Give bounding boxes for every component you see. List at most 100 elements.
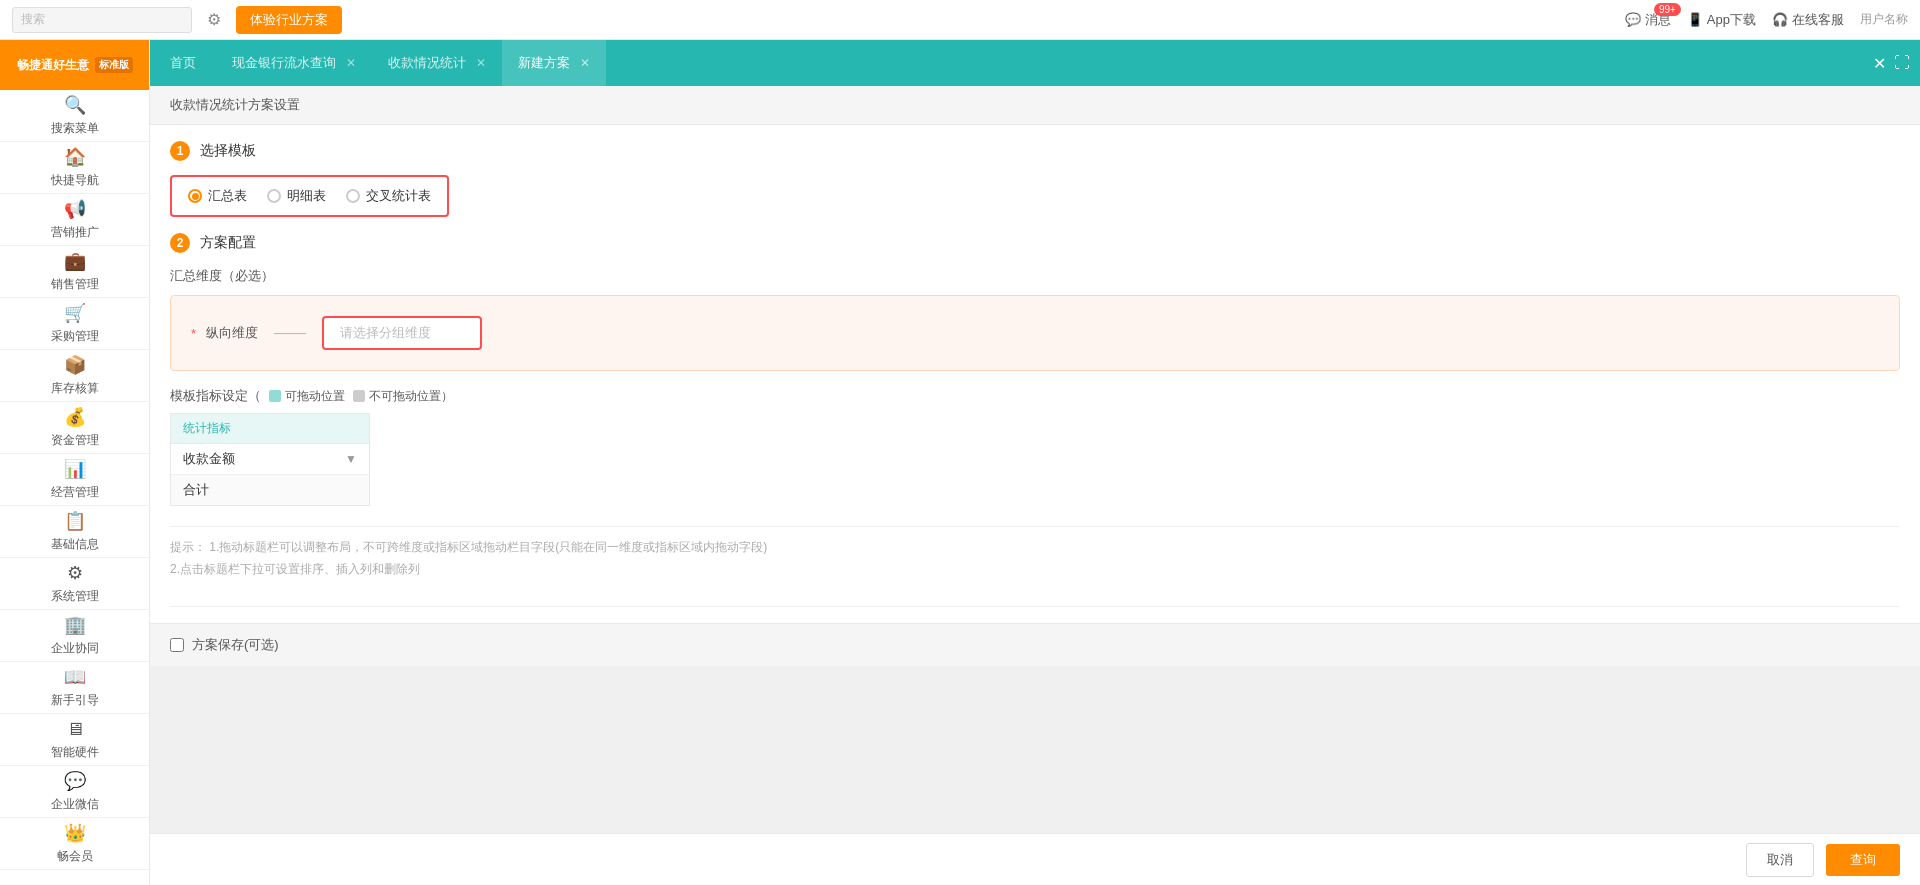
sidebar-item-weixin[interactable]: 💬 企业微信 [0,766,149,818]
support-item[interactable]: 🎧 在线客服 [1772,11,1844,29]
radio-summary[interactable]: 汇总表 [188,187,247,205]
sidebar-label-guide: 新手引导 [51,692,99,709]
search-bar[interactable]: 搜索 [12,7,192,33]
sidebar-label-basic-info: 基础信息 [51,536,99,553]
tab-new-plan-close-icon[interactable]: ✕ [580,56,590,70]
page-content: 收款情况统计方案设置 1 选择模板 汇总表 [150,86,1920,666]
sidebar-item-hardware[interactable]: 🖥 智能硬件 [0,714,149,766]
tips-line1: 提示： 1.拖动标题栏可以调整布局，不可跨维度或指标区域拖动栏目字段(只能在同一… [170,537,1900,559]
tab-bar-actions: ✕ ⛶ [1873,54,1910,73]
sidebar-item-operations[interactable]: 📊 经营管理 [0,454,149,506]
sidebar-item-guide[interactable]: 📖 新手引导 [0,662,149,714]
dim-select-box[interactable]: 请选择分组维度 [322,316,482,350]
radio-summary-btn[interactable] [188,189,202,203]
purchase-icon: 🛒 [64,302,86,324]
indicator-table: 统计指标 收款金额 ▼ 合计 [170,413,370,506]
tab-new-plan-label: 新建方案 [518,54,570,72]
sidebar-item-home[interactable]: 🏠 快捷导航 [0,142,149,194]
notification-icon: 💬 [1625,12,1641,27]
trial-button[interactable]: 体验行业方案 [236,6,342,34]
sidebar-item-sales[interactable]: 💼 销售管理 [0,246,149,298]
sidebar-item-member[interactable]: 👑 畅会员 [0,818,149,870]
tab-bar: 首页 现金银行流水查询 ✕ 收款情况统计 ✕ 新建方案 ✕ ✕ ⛶ [150,40,1920,86]
cancel-button[interactable]: 取消 [1746,843,1814,877]
step1-header: 1 选择模板 [170,141,1900,161]
tab-receipt-close-icon[interactable]: ✕ [476,56,486,70]
step2-title: 方案配置 [200,234,256,252]
header-right: 💬 消息 99+ 📱 App下载 🎧 在线客服 用户名称 [1625,11,1908,29]
weixin-icon: 💬 [64,770,86,792]
window-close-icon[interactable]: ✕ [1873,54,1886,73]
vertical-dim-label: 纵向维度 [206,324,258,342]
content-area: 收款情况统计方案设置 1 选择模板 汇总表 [150,86,1920,833]
step1-badge: 1 [170,141,190,161]
indicator-row-amount[interactable]: 收款金额 ▼ [171,444,369,474]
fullscreen-icon[interactable]: ⛶ [1894,54,1910,73]
sidebar-label-weixin: 企业微信 [51,796,99,813]
operations-icon: 📊 [64,458,86,480]
sidebar-item-basic-info[interactable]: 📋 基础信息 [0,506,149,558]
page-title: 收款情况统计方案设置 [170,97,300,112]
sidebar-item-marketing[interactable]: 📢 营销推广 [0,194,149,246]
tab-receipt-stats[interactable]: 收款情况统计 ✕ [372,40,502,86]
indicator-label: 模板指标设定（ 可拖动位置 不可拖动位置） [170,387,1900,405]
radio-detail-btn[interactable] [267,189,281,203]
header-left: 搜索 ⚙ 体验行业方案 [12,6,342,34]
notification-item[interactable]: 💬 消息 99+ [1625,11,1671,29]
movable-badge: 可拖动位置 [269,388,345,405]
download-item[interactable]: 📱 App下载 [1687,11,1756,29]
page-title-bar: 收款情况统计方案设置 [150,86,1920,125]
hardware-icon: 🖥 [66,719,84,740]
unmovable-badge: 不可拖动位置） [353,388,453,405]
sidebar-logo: 畅捷通好生意 标准版 [0,40,149,90]
sidebar-label-member: 畅会员 [57,848,93,865]
sidebar-label-search: 搜索菜单 [51,120,99,137]
notification-badge: 99+ [1654,3,1681,16]
user-info: 用户名称 [1860,11,1908,28]
tab-home[interactable]: 首页 [150,40,216,86]
home-icon: 🏠 [64,146,86,168]
save-checkbox[interactable] [170,638,184,652]
indicator-settings: 模板指标设定（ 可拖动位置 不可拖动位置） [170,387,1900,506]
dim-select-placeholder: 请选择分组维度 [340,325,431,340]
sidebar-item-enterprise[interactable]: 🏢 企业协同 [0,610,149,662]
support-icon: 🎧 [1772,12,1788,27]
tab-bank-close-icon[interactable]: ✕ [346,56,356,70]
indicator-amount-dropdown[interactable]: ▼ [345,452,357,466]
section-container: 1 选择模板 汇总表 明细表 [150,125,1920,623]
required-star: * [191,326,196,341]
gear-icon[interactable]: ⚙ [200,6,228,34]
indicator-amount-label: 收款金额 [183,450,235,468]
footer-bar: 取消 查询 [150,833,1920,885]
finance-icon: 💰 [64,406,86,428]
indicator-table-header: 统计指标 [171,414,369,444]
marketing-icon: 📢 [64,198,86,220]
radio-detail[interactable]: 明细表 [267,187,326,205]
indicator-row-total: 合计 [171,474,369,505]
download-icon: 📱 [1687,12,1703,27]
query-button[interactable]: 查询 [1826,844,1900,876]
sidebar-item-system[interactable]: ⚙ 系统管理 [0,558,149,610]
sales-icon: 💼 [64,250,86,272]
sidebar-label-enterprise: 企业协同 [51,640,99,657]
movable-label: 可拖动位置 [285,388,345,405]
step1-title: 选择模板 [200,142,256,160]
sidebar-item-search[interactable]: 🔍 搜索菜单 [0,90,149,142]
sidebar-item-finance[interactable]: 💰 资金管理 [0,402,149,454]
tips-section: 提示： 1.拖动标题栏可以调整布局，不可跨维度或指标区域拖动栏目字段(只能在同一… [170,526,1900,590]
step2-section: 2 方案配置 汇总维度（必选） * 纵向维度 —— [170,233,1900,607]
radio-cross-btn[interactable] [346,189,360,203]
tab-receipt-stats-label: 收款情况统计 [388,54,466,72]
sidebar-label-purchase: 采购管理 [51,328,99,345]
basic-info-icon: 📋 [64,510,86,532]
dimension-row: * 纵向维度 —— 请选择分组维度 [191,316,1879,350]
movable-dot [269,390,281,402]
template-selection: 汇总表 明细表 交叉统计表 [170,175,449,217]
sidebar-item-inventory[interactable]: 📦 库存核算 [0,350,149,402]
dimension-area: * 纵向维度 —— 请选择分组维度 [170,295,1900,371]
radio-cross[interactable]: 交叉统计表 [346,187,431,205]
sidebar-item-purchase[interactable]: 🛒 采购管理 [0,298,149,350]
tab-new-plan[interactable]: 新建方案 ✕ [502,40,606,86]
step2-badge: 2 [170,233,190,253]
tab-bank-query[interactable]: 现金银行流水查询 ✕ [216,40,372,86]
